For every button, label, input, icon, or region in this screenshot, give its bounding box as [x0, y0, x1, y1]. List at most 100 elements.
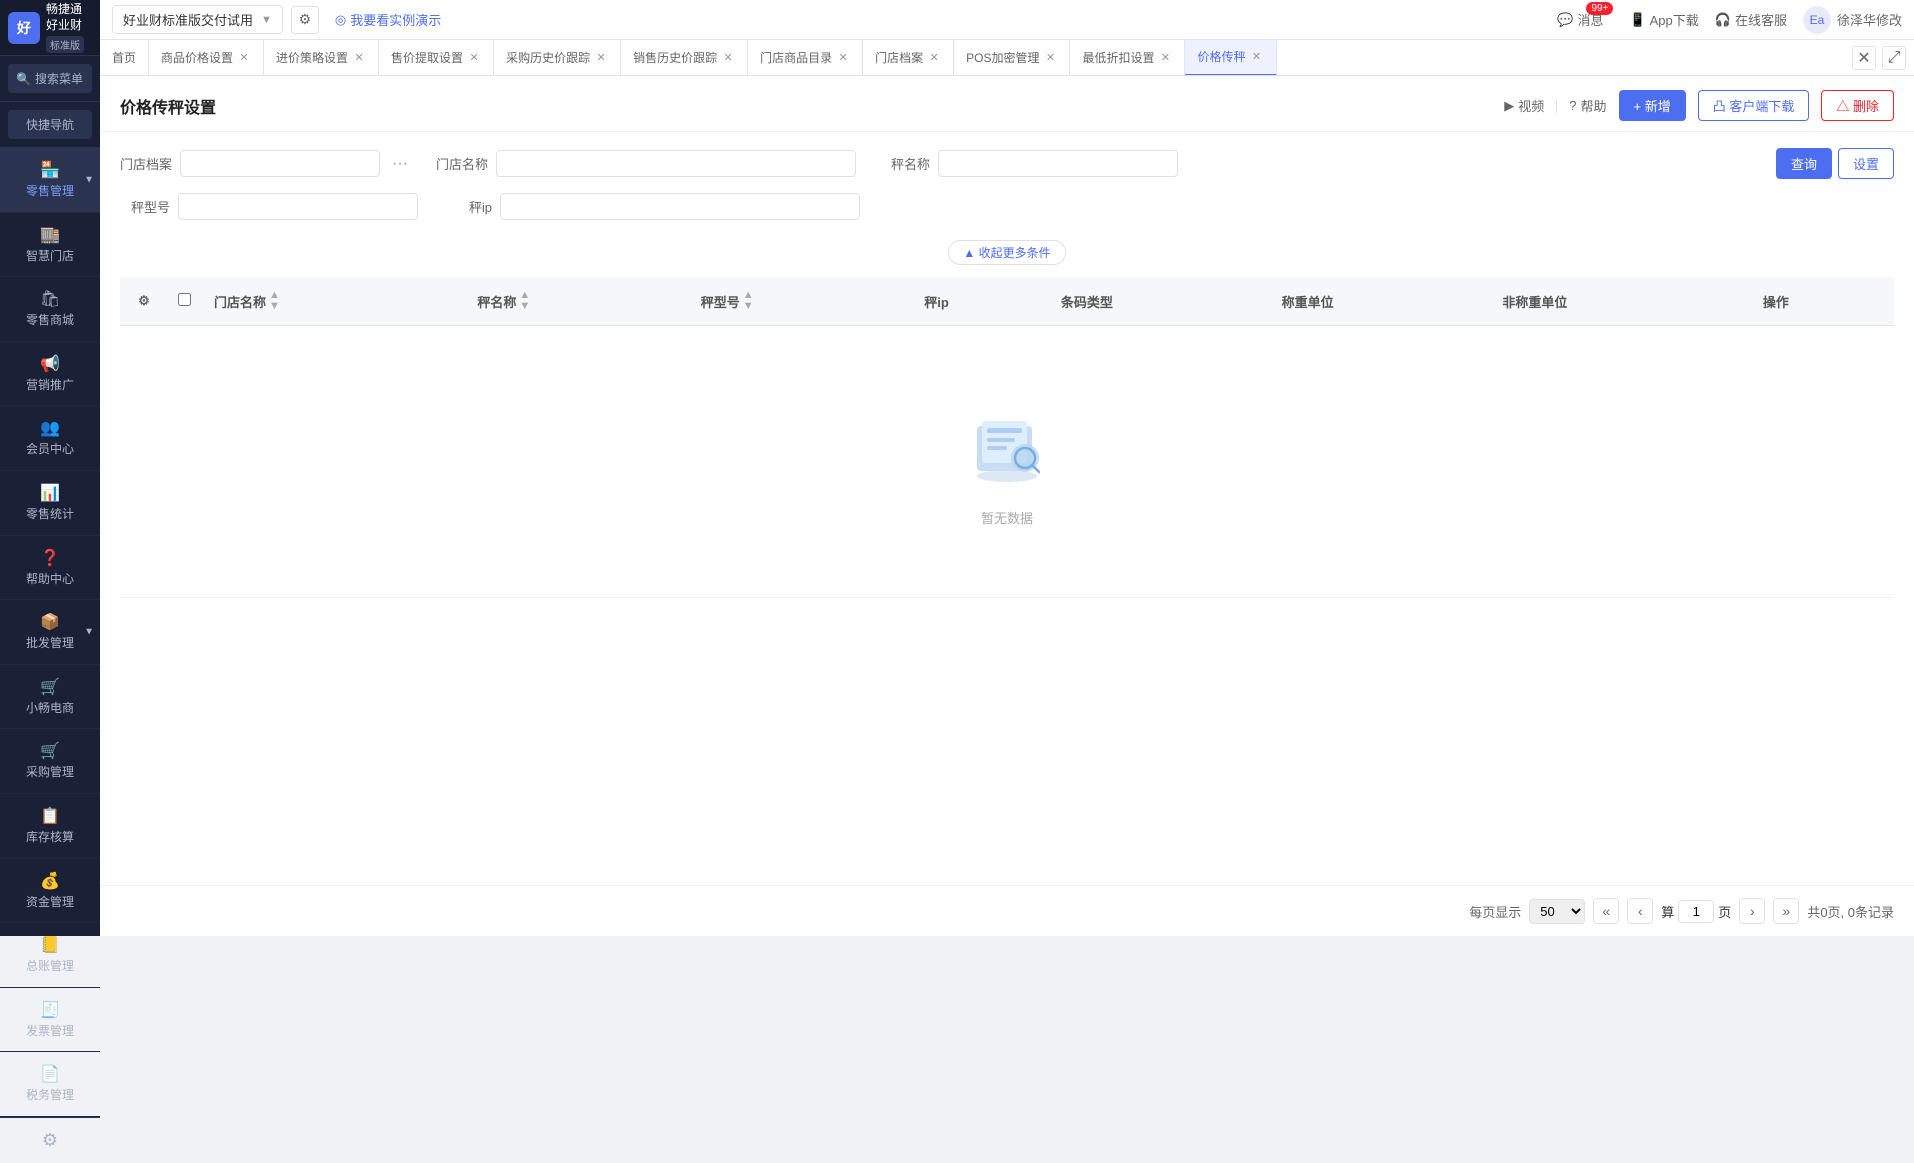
settings-form-button[interactable]: 设置 — [1838, 148, 1894, 179]
sidebar-item-inventory[interactable]: 📋 库存核算 — [0, 794, 100, 859]
tab-store-file[interactable]: 门店档案 ✕ — [863, 40, 954, 76]
close-tab-button[interactable]: ✕ — [1852, 46, 1876, 70]
sidebar-item-member-center[interactable]: 👥 会员中心 — [0, 406, 100, 471]
help-link[interactable]: ? 帮助 — [1569, 96, 1606, 115]
tab-store-file-close[interactable]: ✕ — [927, 51, 941, 65]
tab-strategy-setting-close[interactable]: ✕ — [352, 51, 366, 65]
sidebar-item-marketing[interactable]: 📢 营销推广 — [0, 342, 100, 407]
sidebar-item-finance-mgmt[interactable]: 💰 资金管理 — [0, 859, 100, 924]
tabbar: 首页商品价格设置✕进价策略设置✕售价提取设置✕采购历史价跟踪✕销售历史价跟踪✕门… — [100, 40, 1914, 76]
tab-purchase-track[interactable]: 采购历史价跟踪✕ — [494, 40, 621, 76]
query-button[interactable]: 查询 — [1776, 148, 1832, 179]
collapse-label: ▲ 收起更多条件 — [963, 244, 1050, 261]
quick-nav-button[interactable]: 快捷导航 — [8, 110, 92, 139]
tab-sales-track-label: 销售历史价跟踪 — [633, 49, 717, 66]
tab-pos-manage[interactable]: POS加密管理✕ — [954, 40, 1070, 76]
sidebar-menu: 🏪 零售管理 ▼ 🏬 智慧门店 🛍 零售商城 📢 营销推广 👥 会员中心 📊 零… — [0, 148, 100, 1117]
sidebar-item-help-center[interactable]: ❓ 帮助中心 — [0, 536, 100, 601]
sidebar: 好 畅捷通好业财 标准版 🔍 搜索菜单 快捷导航 🏪 零售管理 ▼ 🏬 智慧门店… — [0, 0, 100, 936]
add-label: + 新增 — [1634, 96, 1671, 115]
add-button[interactable]: + 新增 — [1619, 90, 1686, 121]
tab-sales-track-close[interactable]: ✕ — [721, 51, 735, 65]
empty-row: 暂无数据 — [120, 326, 1894, 598]
prev-page-button[interactable]: ‹ — [1627, 898, 1653, 924]
sidebar-item-retail-mgmt[interactable]: 🏪 零售管理 ▼ — [0, 148, 100, 213]
scale-ip-input[interactable] — [500, 193, 860, 220]
sidebar-item-retail-mall[interactable]: 🛍 零售商城 — [0, 277, 100, 342]
sidebar-item-purchase-mgmt[interactable]: 🛒 采购管理 — [0, 729, 100, 794]
tab-price-setting[interactable]: 商品价格设置✕ — [149, 40, 264, 76]
page-number-input[interactable] — [1678, 900, 1714, 923]
tab-price-scale[interactable]: 价格传秤✕ — [1185, 40, 1276, 76]
next-page-button[interactable]: › — [1739, 898, 1765, 924]
col-settings: ⚙ — [120, 277, 168, 326]
headset-icon: 🎧 — [1715, 12, 1731, 28]
store-name-sortable[interactable]: 门店名称 ▲▼ — [214, 290, 457, 312]
sidebar-item-tax-mgmt[interactable]: 📄 税务管理 — [0, 1052, 100, 1117]
sort-icon-scale-name: ▲▼ — [519, 290, 530, 312]
message-button[interactable]: 💬 消息 99+ — [1557, 10, 1603, 29]
search-form: 门店档案 ··· 门店名称 秤名称 查询 设置 — [100, 132, 1914, 277]
table-section: ⚙ 门店名称 ▲▼ 秤名称 — [100, 277, 1914, 885]
app-download-button[interactable]: 📱 App下载 — [1629, 10, 1698, 29]
tab-sales-track[interactable]: 销售历史价跟踪 ✕ — [621, 40, 748, 76]
tab-purchase-track-close[interactable]: ✕ — [594, 51, 608, 65]
per-page-label: 每页显示 — [1469, 902, 1521, 921]
sidebar-item-smart-store[interactable]: 🏬 智慧门店 — [0, 213, 100, 278]
tab-sale-setting-close[interactable]: ✕ — [467, 51, 481, 65]
sidebar-logo: 好 畅捷通好业财 标准版 — [0, 0, 100, 56]
tab-price-scale-close[interactable]: ✕ — [1250, 50, 1264, 64]
scale-model-sortable[interactable]: 秤型号 ▲▼ — [701, 290, 904, 312]
search-icon: 🔍 — [16, 72, 31, 86]
tab-min-discount[interactable]: 最低折扣设置✕ — [1070, 40, 1185, 76]
tab-price-setting-close[interactable]: ✕ — [237, 51, 251, 65]
delete-button[interactable]: △ 删除 — [1821, 90, 1894, 121]
tab-store-catalog-close[interactable]: ✕ — [836, 51, 850, 65]
collapse-button[interactable]: ▲ 收起更多条件 — [948, 240, 1065, 265]
scale-model-label: 秤型号 — [120, 197, 170, 216]
sidebar-settings-icon[interactable]: ⚙ — [42, 1130, 58, 1151]
version-selector[interactable]: 好业财标准版交付试用 ▼ — [112, 5, 283, 34]
sidebar-item-retail-stats[interactable]: 📊 零售统计 — [0, 471, 100, 536]
sidebar-item-invoice-mgmt[interactable]: 🧾 发票管理 — [0, 988, 100, 1053]
user-menu[interactable]: Ea 徐泽华修改 — [1803, 6, 1902, 34]
empty-text-label: 暂无数据 — [981, 508, 1033, 527]
sidebar-item-mini-ecom[interactable]: 🛒 小畅电商 — [0, 665, 100, 730]
demo-button[interactable]: ◎ 我要看实例演示 — [335, 10, 441, 29]
main-area: 好业财标准版交付试用 ▼ ⚙ ◎ 我要看实例演示 💬 消息 99+ 📱 App下… — [100, 0, 1914, 936]
store-name-input[interactable] — [496, 150, 856, 177]
settings-form-label: 设置 — [1853, 154, 1879, 173]
wholesale-mgmt-label: 批发管理 — [26, 636, 74, 652]
online-service-button[interactable]: 🎧 在线客服 — [1715, 10, 1787, 29]
download-button[interactable]: 凸 客户端下载 — [1698, 90, 1810, 121]
tab-pos-manage-close[interactable]: ✕ — [1043, 51, 1057, 65]
store-file-input[interactable] — [180, 150, 380, 177]
sidebar-item-general-ledger[interactable]: 📒 总账管理 — [0, 923, 100, 988]
first-page-button[interactable]: « — [1593, 898, 1619, 924]
page-header: 价格传秤设置 ▶ 视频 ? 帮助 + 新增 凸 客户端下载 △ 删 — [100, 76, 1914, 132]
store-file-dots[interactable]: ··· — [388, 155, 412, 173]
tab-min-discount-close[interactable]: ✕ — [1158, 51, 1172, 65]
tab-sale-setting[interactable]: 售价提取设置✕ — [379, 40, 494, 76]
tab-store-catalog[interactable]: 门店商品目录✕ — [748, 40, 863, 76]
video-link[interactable]: ▶ 视频 — [1504, 96, 1544, 115]
scale-name-sortable[interactable]: 秤名称 ▲▼ — [477, 290, 680, 312]
sidebar-item-wholesale-mgmt[interactable]: 📦 批发管理 ▼ — [0, 600, 100, 665]
search-menu-button[interactable]: 🔍 搜索菜单 — [8, 64, 92, 93]
per-page-select[interactable]: 50 10 20 100 — [1529, 899, 1585, 924]
tab-store-file-label: 门店档案 — [875, 49, 923, 66]
scale-name-input[interactable] — [938, 150, 1178, 177]
tab-home[interactable]: 首页 — [100, 40, 149, 76]
expand-tabs-button[interactable]: ⤢ — [1882, 46, 1906, 70]
col-scale-name: 秤名称 ▲▼ — [467, 277, 690, 326]
table-settings-icon[interactable]: ⚙ — [130, 287, 158, 315]
tab-strategy-setting[interactable]: 进价策略设置✕ — [264, 40, 379, 76]
topbar-settings-button[interactable]: ⚙ — [291, 6, 319, 34]
scale-model-input[interactable] — [178, 193, 418, 220]
last-page-button[interactable]: » — [1773, 898, 1799, 924]
wholesale-mgmt-arrow-icon: ▼ — [84, 626, 94, 637]
select-all-checkbox[interactable] — [178, 293, 191, 306]
username-label: 徐泽华修改 — [1837, 10, 1902, 29]
topbar: 好业财标准版交付试用 ▼ ⚙ ◎ 我要看实例演示 💬 消息 99+ 📱 App下… — [100, 0, 1914, 40]
app-tag: 标准版 — [46, 36, 84, 53]
